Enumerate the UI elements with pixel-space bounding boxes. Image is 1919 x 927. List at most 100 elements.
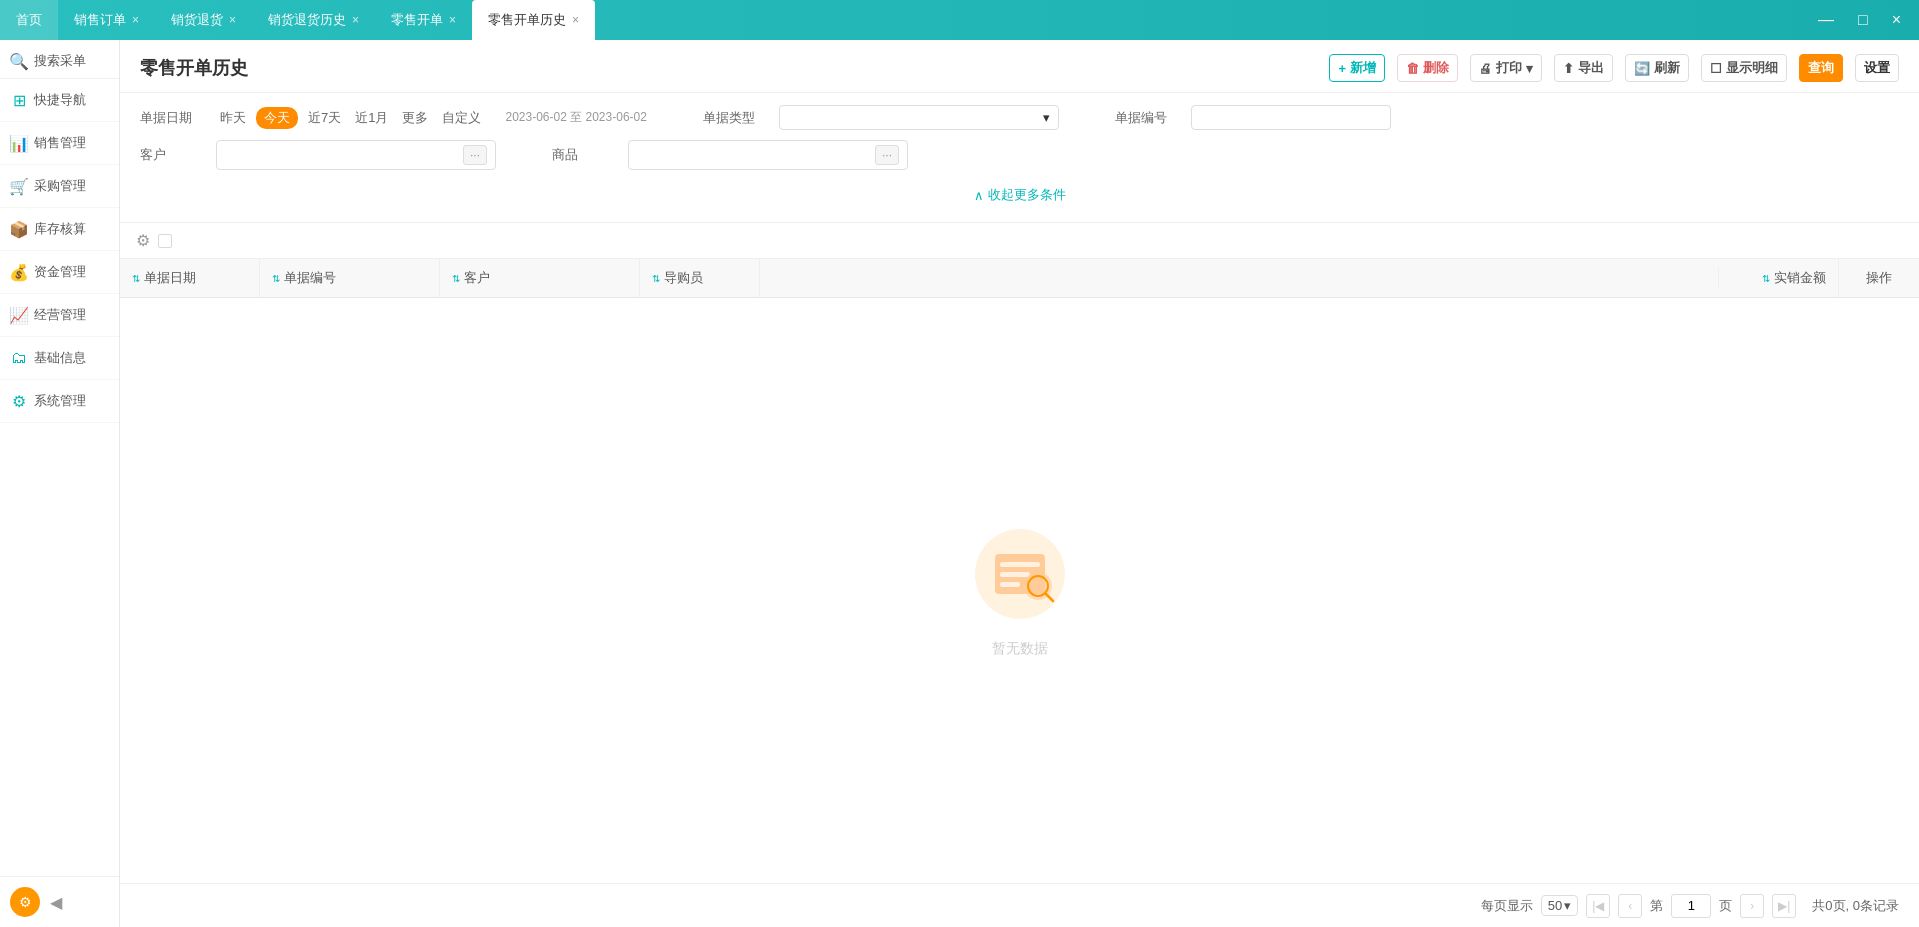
type-filter-select[interactable]: ▾ bbox=[779, 105, 1059, 130]
window-close-btn[interactable]: — bbox=[1810, 11, 1842, 29]
tab-sales-return-close[interactable]: × bbox=[229, 13, 236, 27]
add-button[interactable]: + 新增 bbox=[1329, 54, 1385, 82]
empty-text: 暂无数据 bbox=[992, 640, 1048, 658]
page-prev-btn[interactable]: ‹ bbox=[1618, 894, 1642, 918]
tab-retail-order[interactable]: 零售开单 × bbox=[375, 0, 472, 40]
tab-return-history[interactable]: 销货退货历史 × bbox=[252, 0, 375, 40]
display-detail-button[interactable]: ☐ 显示明细 bbox=[1701, 54, 1787, 82]
select-all-checkbox[interactable] bbox=[158, 234, 172, 248]
th-date-label: 单据日期 bbox=[144, 269, 196, 287]
sidebar-search[interactable]: 🔍 搜索采单 bbox=[0, 40, 119, 79]
goods-filter-label: 商品 bbox=[552, 146, 612, 164]
date-option-custom[interactable]: 自定义 bbox=[438, 107, 485, 129]
topbar-right: — □ × bbox=[1810, 11, 1919, 29]
filter-collapse-btn[interactable]: ∧ 收起更多条件 bbox=[140, 180, 1899, 210]
number-filter-label: 单据编号 bbox=[1115, 109, 1175, 127]
refresh-button[interactable]: 🔄 刷新 bbox=[1625, 54, 1689, 82]
sales-mgmt-icon: 📊 bbox=[10, 134, 28, 152]
table-settings-icon[interactable]: ⚙ bbox=[136, 231, 150, 250]
sidebar-item-operations[interactable]: 📈 经营管理 bbox=[0, 294, 119, 337]
settings-icon-btn[interactable]: ⚙ bbox=[10, 887, 40, 917]
sidebar-search-label: 搜索采单 bbox=[34, 52, 86, 70]
th-customer[interactable]: ⇅ 客户 bbox=[440, 259, 640, 297]
print-label: 打印 bbox=[1496, 59, 1522, 77]
main-layout: 🔍 搜索采单 ⊞ 快捷导航 📊 销售管理 🛒 采购管理 📦 库存核算 💰 资金管… bbox=[0, 40, 1919, 927]
tab-sales-order[interactable]: 销售订单 × bbox=[58, 0, 155, 40]
export-icon: ⬆ bbox=[1563, 61, 1574, 76]
tab-retail-order-close[interactable]: × bbox=[449, 13, 456, 27]
refresh-label: 刷新 bbox=[1654, 59, 1680, 77]
sidebar-item-purchase-mgmt[interactable]: 🛒 采购管理 bbox=[0, 165, 119, 208]
sort-icon-guide: ⇅ bbox=[652, 273, 660, 284]
top-bar: 首页 销售订单 × 销货退货 × 销货退货历史 × 零售开单 × 零售开单历史 … bbox=[0, 0, 1919, 40]
sidebar-item-purchase-mgmt-label: 采购管理 bbox=[34, 177, 86, 195]
tab-retail-order-label: 零售开单 bbox=[391, 11, 443, 29]
th-customer-label: 客户 bbox=[464, 269, 490, 287]
date-option-1month[interactable]: 近1月 bbox=[351, 107, 392, 129]
page-first-btn[interactable]: |◀ bbox=[1586, 894, 1610, 918]
sidebar-collapse-btn[interactable]: ◀ bbox=[50, 893, 62, 912]
display-label: 显示明细 bbox=[1726, 59, 1778, 77]
tab-retail-history-close[interactable]: × bbox=[572, 13, 579, 27]
customer-filter-select[interactable]: ··· bbox=[216, 140, 496, 170]
sort-icon-customer: ⇅ bbox=[452, 273, 460, 284]
date-option-yesterday[interactable]: 昨天 bbox=[216, 107, 250, 129]
th-no[interactable]: ⇅ 单据编号 bbox=[260, 259, 440, 297]
sidebar-item-basic-info[interactable]: 🗂 基础信息 bbox=[0, 337, 119, 380]
window-max-btn[interactable]: □ bbox=[1850, 11, 1876, 29]
date-option-7days[interactable]: 近7天 bbox=[304, 107, 345, 129]
customer-ellipsis-btn[interactable]: ··· bbox=[463, 145, 487, 165]
tab-sales-order-close[interactable]: × bbox=[132, 13, 139, 27]
page-prefix-label: 第 bbox=[1650, 897, 1663, 915]
window-x-btn[interactable]: × bbox=[1884, 11, 1909, 29]
per-page-label: 每页显示 bbox=[1481, 897, 1533, 915]
page-number-input[interactable] bbox=[1671, 894, 1711, 918]
settings-gear-icon: ⚙ bbox=[19, 894, 32, 910]
finance-icon: 💰 bbox=[10, 263, 28, 281]
th-amount-label: 实销金额 bbox=[1774, 269, 1826, 287]
filter-row-1: 单据日期 昨天 今天 近7天 近1月 更多 自定义 2023-06-02 至 2… bbox=[140, 105, 1899, 130]
purchase-mgmt-icon: 🛒 bbox=[10, 177, 28, 195]
print-button[interactable]: 🖨 打印 ▾ bbox=[1470, 54, 1542, 82]
page-header: 零售开单历史 + 新增 🗑 删除 🖨 打印 ▾ ⬆ 导出 bbox=[120, 40, 1919, 93]
goods-filter-select[interactable]: ··· bbox=[628, 140, 908, 170]
th-guide[interactable]: ⇅ 导购员 bbox=[640, 259, 760, 297]
export-button[interactable]: ⬆ 导出 bbox=[1554, 54, 1613, 82]
sidebar-item-finance-label: 资金管理 bbox=[34, 263, 86, 281]
delete-button[interactable]: 🗑 删除 bbox=[1397, 54, 1458, 82]
date-option-today[interactable]: 今天 bbox=[256, 107, 298, 129]
tab-home[interactable]: 首页 bbox=[0, 0, 58, 40]
search-icon: 🔍 bbox=[10, 52, 28, 70]
th-date[interactable]: ⇅ 单据日期 bbox=[120, 259, 260, 297]
tab-sales-return[interactable]: 销货退货 × bbox=[155, 0, 252, 40]
sidebar-item-sys-mgmt[interactable]: ⚙ 系统管理 bbox=[0, 380, 119, 423]
number-filter-input[interactable] bbox=[1191, 105, 1391, 130]
per-page-select[interactable]: 50 ▾ bbox=[1541, 895, 1578, 916]
query-label: 查询 bbox=[1808, 59, 1834, 77]
add-icon: + bbox=[1338, 61, 1346, 76]
date-option-more[interactable]: 更多 bbox=[398, 107, 432, 129]
inventory-icon: 📦 bbox=[10, 220, 28, 238]
sidebar-item-finance[interactable]: 💰 资金管理 bbox=[0, 251, 119, 294]
th-middle bbox=[760, 268, 1719, 288]
svg-rect-2 bbox=[1000, 562, 1040, 567]
sidebar-item-sales-mgmt[interactable]: 📊 销售管理 bbox=[0, 122, 119, 165]
th-no-label: 单据编号 bbox=[284, 269, 336, 287]
sidebar-item-quick-nav[interactable]: ⊞ 快捷导航 bbox=[0, 79, 119, 122]
tab-retail-history[interactable]: 零售开单历史 × bbox=[472, 0, 595, 40]
goods-ellipsis-btn[interactable]: ··· bbox=[875, 145, 899, 165]
content-area: 零售开单历史 + 新增 🗑 删除 🖨 打印 ▾ ⬆ 导出 bbox=[120, 40, 1919, 927]
page-next-btn[interactable]: › bbox=[1740, 894, 1764, 918]
date-range-display: 2023-06-02 至 2023-06-02 bbox=[505, 109, 646, 126]
settings-button[interactable]: 设置 bbox=[1855, 54, 1899, 82]
query-button[interactable]: 查询 bbox=[1799, 54, 1843, 82]
type-filter-label: 单据类型 bbox=[703, 109, 763, 127]
sidebar-item-inventory[interactable]: 📦 库存核算 bbox=[0, 208, 119, 251]
page-last-btn[interactable]: ▶| bbox=[1772, 894, 1796, 918]
table-header: ⇅ 单据日期 ⇅ 单据编号 ⇅ 客户 ⇅ 导购员 ⇅ 实销 bbox=[120, 259, 1919, 298]
delete-icon: 🗑 bbox=[1406, 61, 1419, 76]
refresh-icon: 🔄 bbox=[1634, 61, 1650, 76]
tab-return-history-close[interactable]: × bbox=[352, 13, 359, 27]
date-filter-label: 单据日期 bbox=[140, 109, 200, 127]
th-amount[interactable]: ⇅ 实销金额 bbox=[1719, 259, 1839, 297]
